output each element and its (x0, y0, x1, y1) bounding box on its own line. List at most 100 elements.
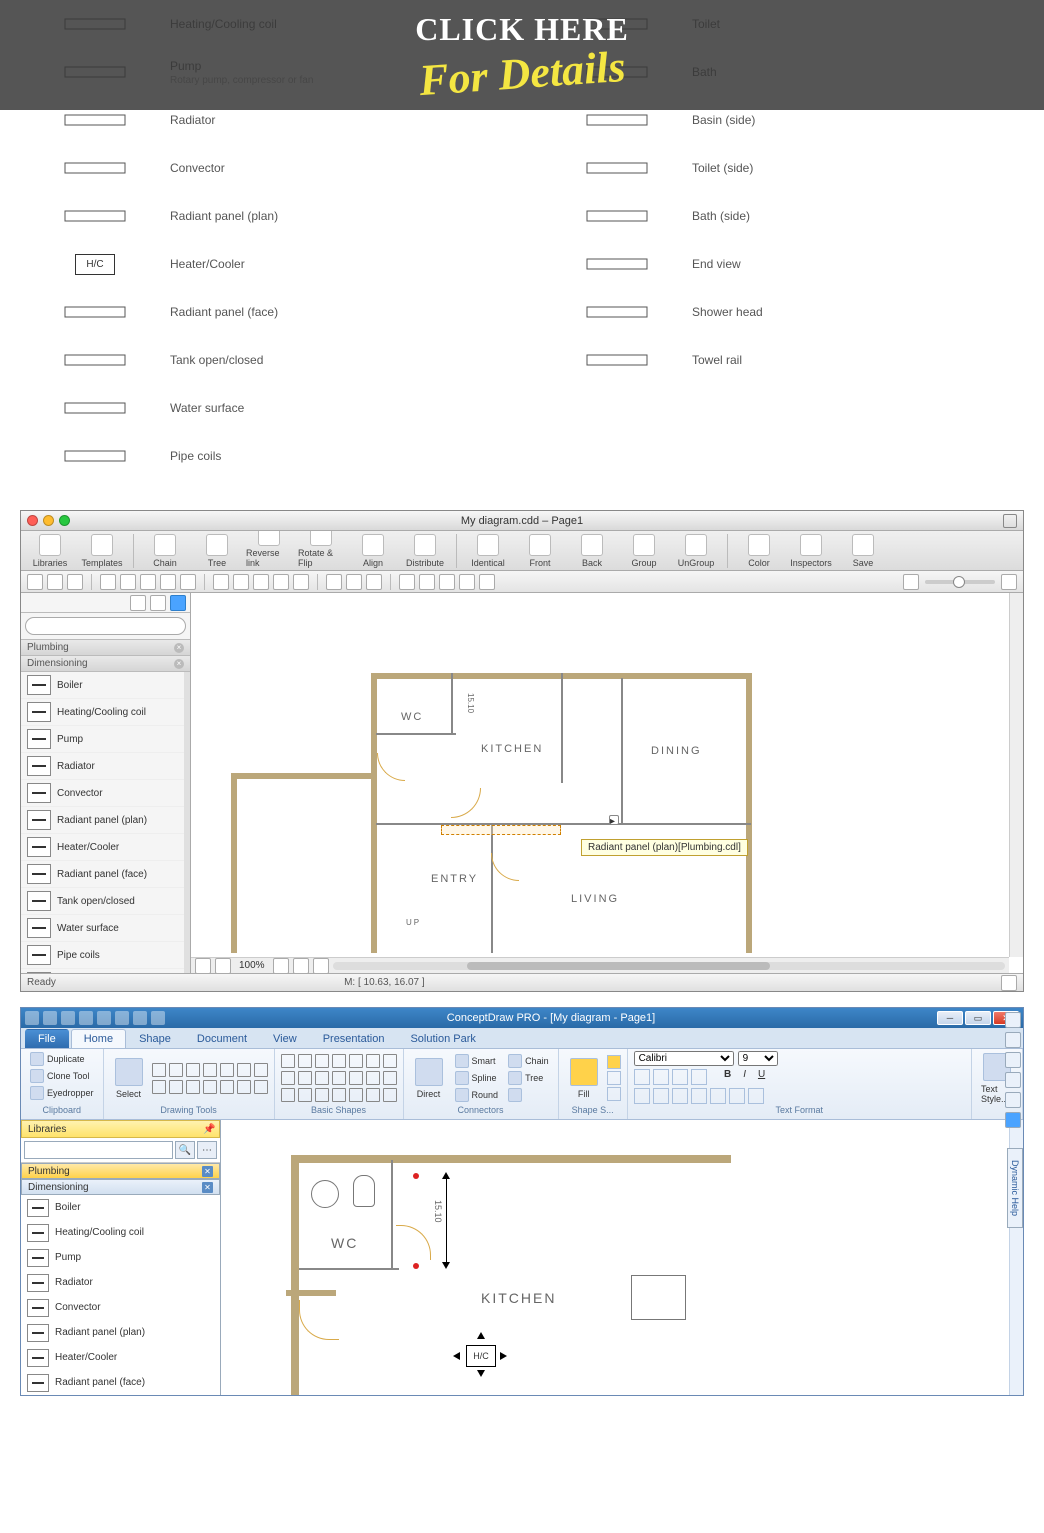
shape-icon[interactable] (383, 1054, 397, 1068)
tab-file[interactable]: File (25, 1029, 69, 1048)
qat-icon[interactable] (133, 1011, 147, 1025)
library-item[interactable]: Radiant panel (plan) (21, 807, 184, 834)
close-section-icon[interactable]: × (174, 643, 184, 653)
chain-button[interactable]: Chain (505, 1053, 552, 1069)
font-size-select[interactable]: 9 (738, 1051, 778, 1066)
align-button[interactable]: Align (350, 534, 396, 568)
swatch-icon[interactable] (607, 1071, 621, 1085)
close-section-icon[interactable]: ✕ (202, 1182, 213, 1193)
shape-icon[interactable] (332, 1054, 346, 1068)
align-left-icon[interactable] (634, 1088, 650, 1104)
tab-solution-park[interactable]: Solution Park (397, 1029, 488, 1048)
shape-tool-icon[interactable] (120, 574, 136, 590)
libraries-panel-header[interactable]: Libraries 📌 (21, 1120, 220, 1138)
zoom-slider[interactable] (925, 580, 995, 584)
shape-icon[interactable] (349, 1071, 363, 1085)
scroll-track[interactable] (333, 962, 1005, 970)
shape-icon[interactable] (332, 1088, 346, 1102)
tool-icon[interactable] (220, 1080, 234, 1094)
tab-presentation[interactable]: Presentation (310, 1029, 398, 1048)
library-item[interactable]: Boiler (21, 1195, 220, 1220)
dynamic-help-tab[interactable]: Dynamic Help (1007, 1148, 1023, 1228)
libraries-button[interactable]: Libraries (27, 534, 73, 568)
page-pane-icon[interactable] (313, 958, 329, 974)
library-item[interactable]: Pipe coils (21, 942, 184, 969)
vertical-scrollbar[interactable] (1009, 593, 1023, 957)
identical-button[interactable]: Identical (465, 534, 511, 568)
back-button[interactable]: Back (569, 534, 615, 568)
shape-icon[interactable] (281, 1071, 295, 1085)
connector-tool-icon[interactable] (273, 574, 289, 590)
pointer-tool-icon[interactable] (27, 574, 43, 590)
list-view-icon[interactable] (130, 595, 146, 611)
library-item[interactable]: Radiator (21, 1270, 220, 1295)
view-tool-icon[interactable] (399, 574, 415, 590)
align-tool-icon[interactable] (346, 574, 362, 590)
shape-tool-icon[interactable] (100, 574, 116, 590)
tool-icon[interactable] (1005, 1052, 1021, 1068)
tool-icon[interactable] (152, 1063, 166, 1077)
tool-icon[interactable] (169, 1080, 183, 1094)
shape-icon[interactable] (315, 1088, 329, 1102)
tool-icon[interactable] (203, 1063, 217, 1077)
smart-connector-button[interactable]: Smart (452, 1053, 502, 1069)
shape-tool-icon[interactable] (180, 574, 196, 590)
undo-icon[interactable] (79, 1011, 93, 1025)
dim-handle[interactable] (413, 1263, 419, 1269)
swatch-icon[interactable] (607, 1055, 621, 1069)
connector-tool-icon[interactable] (213, 574, 229, 590)
tool-icon[interactable] (254, 1080, 268, 1094)
library-item[interactable]: Convector (21, 780, 184, 807)
align-center-icon[interactable] (653, 1088, 669, 1104)
library-item[interactable]: Radiant panel (face) (21, 1370, 220, 1395)
zoom-out-icon[interactable] (903, 574, 919, 590)
qat-icon[interactable] (115, 1011, 129, 1025)
shape-icon[interactable] (298, 1054, 312, 1068)
shape-icon[interactable] (366, 1071, 380, 1085)
search-options-icon[interactable]: ⋯ (197, 1141, 217, 1159)
bold-button[interactable]: B (721, 1069, 735, 1085)
tool-icon[interactable] (254, 1063, 268, 1077)
tool-icon[interactable] (1005, 1092, 1021, 1108)
rect-select-icon[interactable] (47, 574, 63, 590)
shape-tool-icon[interactable] (140, 574, 156, 590)
tree-button[interactable]: Tree (505, 1070, 552, 1086)
eyedropper-button[interactable]: Eyedropper (27, 1085, 97, 1101)
tool-icon[interactable] (220, 1063, 234, 1077)
library-item[interactable]: Heating/Cooling coil (21, 1220, 220, 1245)
zoom-stepper-icon[interactable] (273, 958, 289, 974)
library-item[interactable]: Tank open/closed (21, 888, 184, 915)
shape-icon[interactable] (281, 1054, 295, 1068)
direct-connector-button[interactable]: Direct (410, 1057, 448, 1100)
hand-tool-icon[interactable] (439, 574, 455, 590)
shape-tool-icon[interactable] (160, 574, 176, 590)
select-tool-button[interactable]: Select (110, 1057, 148, 1100)
tool-icon[interactable] (237, 1063, 251, 1077)
heater-cooler-symbol[interactable]: H/C (466, 1345, 496, 1367)
view-tool-icon[interactable] (479, 574, 495, 590)
library-item[interactable]: Boiler (21, 672, 184, 699)
drag-handle-icon[interactable]: ▸ (609, 815, 619, 825)
library-item[interactable]: Radiator (21, 753, 184, 780)
dim-handle[interactable] (413, 1173, 419, 1179)
shape-icon[interactable] (298, 1088, 312, 1102)
horizontal-scrollbar[interactable]: 100% (191, 957, 1009, 973)
library-item[interactable]: Pump (21, 1245, 220, 1270)
ungroup-button[interactable]: UnGroup (673, 534, 719, 568)
library-item[interactable]: Heater/Cooler (21, 834, 184, 861)
library-item[interactable]: Water surface (21, 915, 184, 942)
shape-icon[interactable] (281, 1088, 295, 1102)
library-item[interactable]: Pump (21, 726, 184, 753)
tab-view[interactable]: View (260, 1029, 310, 1048)
save-button[interactable]: Save (840, 534, 886, 568)
page-nav-first-icon[interactable] (195, 958, 211, 974)
tree-button[interactable]: Tree (194, 534, 240, 568)
search-input[interactable] (25, 617, 186, 635)
tool-icon[interactable] (186, 1063, 200, 1077)
shape-icon[interactable] (315, 1054, 329, 1068)
maximize-button[interactable]: ▭ (965, 1011, 991, 1025)
highlight-icon[interactable] (691, 1069, 707, 1085)
templates-button[interactable]: Templates (79, 534, 125, 568)
shape-icon[interactable] (383, 1071, 397, 1085)
tab-document[interactable]: Document (184, 1029, 260, 1048)
